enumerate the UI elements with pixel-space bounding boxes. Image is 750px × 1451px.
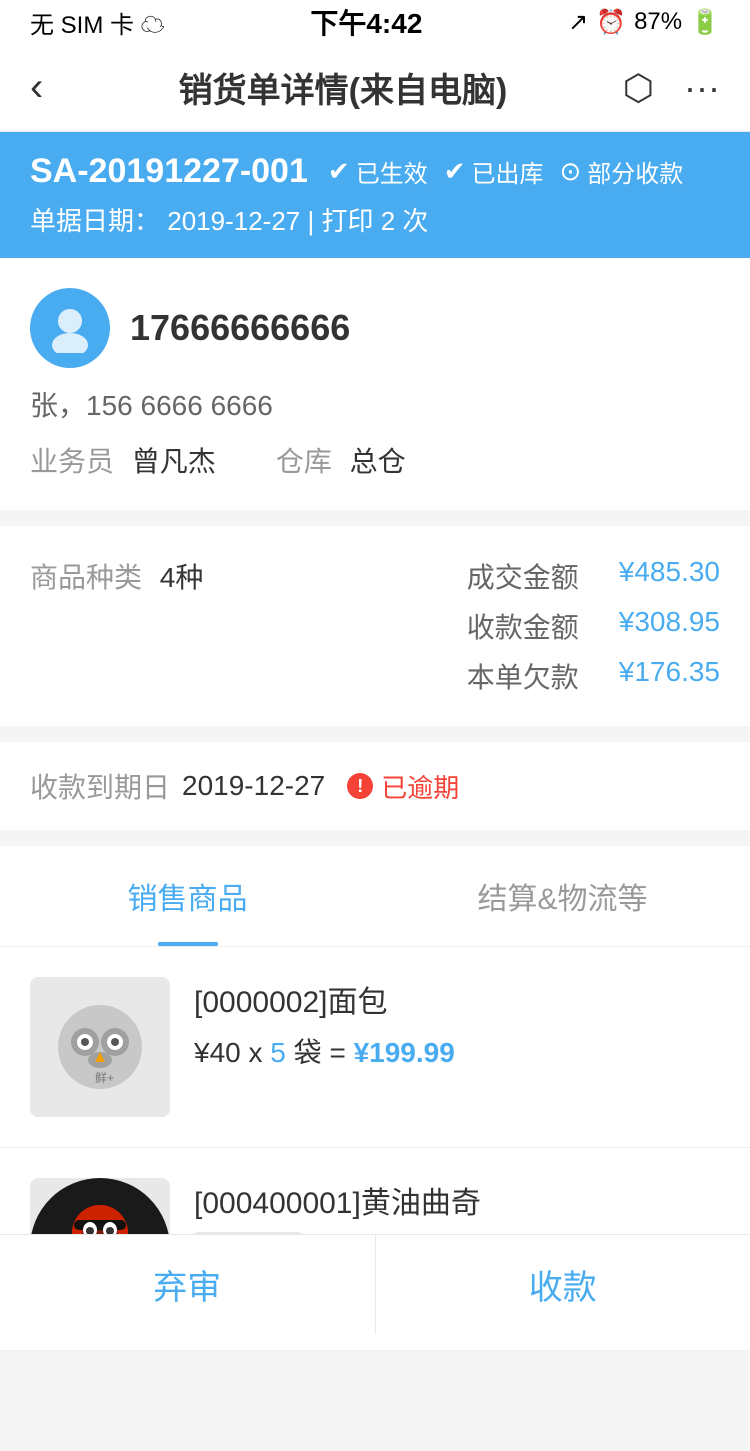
customer-meta: 业务员 曾凡杰 仓库 总仓 [30, 440, 720, 480]
avatar [30, 288, 110, 368]
tab-settlement-logistics[interactable]: 结算&物流等 [375, 846, 750, 946]
overdue-badge: ! 已逾期 [347, 768, 459, 805]
status-badges: ✔ 已生效 ✔ 已出库 ⊙ 部分收款 [328, 154, 683, 189]
customer-section: 17666666666 张，156 6666 6666 业务员 曾凡杰 仓库 总… [0, 258, 750, 510]
share-icon[interactable]: ⬡ [623, 67, 654, 109]
more-icon[interactable]: ··· [684, 67, 720, 109]
product-type-count: 4种 [160, 562, 204, 593]
order-header: SA-20191227-001 ✔ 已生效 ✔ 已出库 ⊙ 部分收款 单据日期：… [0, 132, 750, 258]
badge-partial-payment: ⊙ 部分收款 [559, 154, 683, 189]
tabs-row: 销售商品 结算&物流等 [0, 846, 750, 946]
sim-status: 无 SIM 卡 ☁ [30, 5, 165, 40]
battery-level: 87% [634, 8, 682, 36]
transaction-amount: ¥485.30 [619, 556, 720, 596]
tabs-section: 销售商品 结算&物流等 [0, 846, 750, 947]
warehouse-info: 仓库 总仓 [276, 440, 406, 480]
location-icon: ↗ [568, 8, 588, 37]
collect-payment-button[interactable]: 收款 [376, 1235, 750, 1334]
product-name-2: [000400001]黄油曲奇 [194, 1178, 720, 1222]
sales-name: 曾凡杰 [132, 446, 216, 477]
order-number: SA-20191227-001 [30, 152, 308, 191]
clock-icon: ⊙ [559, 156, 581, 187]
collection-row: 收款金额 ¥308.95 [467, 606, 720, 646]
check-icon-1: ✔ [328, 156, 350, 187]
product-qty-1: 5 [270, 1037, 286, 1068]
svg-text:鲜+: 鲜+ [95, 1071, 114, 1085]
product-type-summary: 商品种类 4种 [30, 556, 203, 696]
customer-phone: 17666666666 [130, 307, 350, 349]
tab-sales-products[interactable]: 销售商品 [0, 846, 375, 946]
alarm-icon: ⏰ [596, 8, 626, 37]
due-date-value: 2019-12-27 [182, 770, 325, 802]
nav-bar: ‹ 销货单详情(来自电脑) ⬡ ··· [0, 44, 750, 132]
debt-amount: ¥176.35 [619, 656, 720, 696]
overdue-icon: ! [347, 773, 373, 799]
product-thumbnail-1: 鲜+ [30, 977, 170, 1117]
summary-section: 商品种类 4种 成交金额 ¥485.30 收款金额 ¥308.95 本单欠款 ¥… [0, 526, 750, 726]
battery-icon: 🔋 [690, 8, 720, 37]
badge-activated: ✔ 已生效 [328, 154, 428, 189]
status-bar: 无 SIM 卡 ☁ 下午4:42 ↗ ⏰ 87% 🔋 [0, 0, 750, 44]
order-date-row: 单据日期： 2019-12-27 | 打印 2 次 [30, 201, 720, 238]
nav-actions: ⬡ ··· [623, 67, 720, 109]
overdue-text: 已逾期 [381, 768, 459, 805]
reject-button[interactable]: 弃审 [0, 1235, 376, 1334]
product-total-1: ¥199.99 [354, 1037, 455, 1068]
sales-info: 业务员 曾凡杰 [30, 440, 216, 480]
collection-amount: ¥308.95 [619, 606, 720, 646]
transaction-row: 成交金额 ¥485.30 [467, 556, 720, 596]
status-right: ↗ ⏰ 87% 🔋 [568, 8, 720, 37]
badge-shipped: ✔ 已出库 [444, 154, 544, 189]
check-icon-2: ✔ [444, 156, 466, 187]
status-left: 无 SIM 卡 ☁ [30, 5, 165, 40]
customer-name-phone: 张，156 6666 6666 [30, 384, 720, 424]
list-item: 鲜+ [0000002]面包 ¥40 x 5 袋 = ¥199.99 [0, 947, 750, 1148]
customer-row: 17666666666 [30, 288, 720, 368]
status-time: 下午4:42 [310, 2, 422, 42]
debt-row: 本单欠款 ¥176.35 [467, 656, 720, 696]
product-name-1: [0000002]面包 [194, 977, 720, 1021]
financial-summary: 成交金额 ¥485.30 收款金额 ¥308.95 本单欠款 ¥176.35 [467, 556, 720, 696]
back-button[interactable]: ‹ [30, 65, 63, 110]
due-date-section: 收款到期日 2019-12-27 ! 已逾期 [0, 742, 750, 830]
product-info-1: [0000002]面包 ¥40 x 5 袋 = ¥199.99 [194, 977, 720, 1071]
bottom-bar: 弃审 收款 [0, 1234, 750, 1334]
page-title: 销货单详情(来自电脑) [63, 63, 622, 112]
warehouse-name: 总仓 [350, 446, 406, 477]
product-price-1: ¥40 x 5 袋 = ¥199.99 [194, 1031, 720, 1071]
